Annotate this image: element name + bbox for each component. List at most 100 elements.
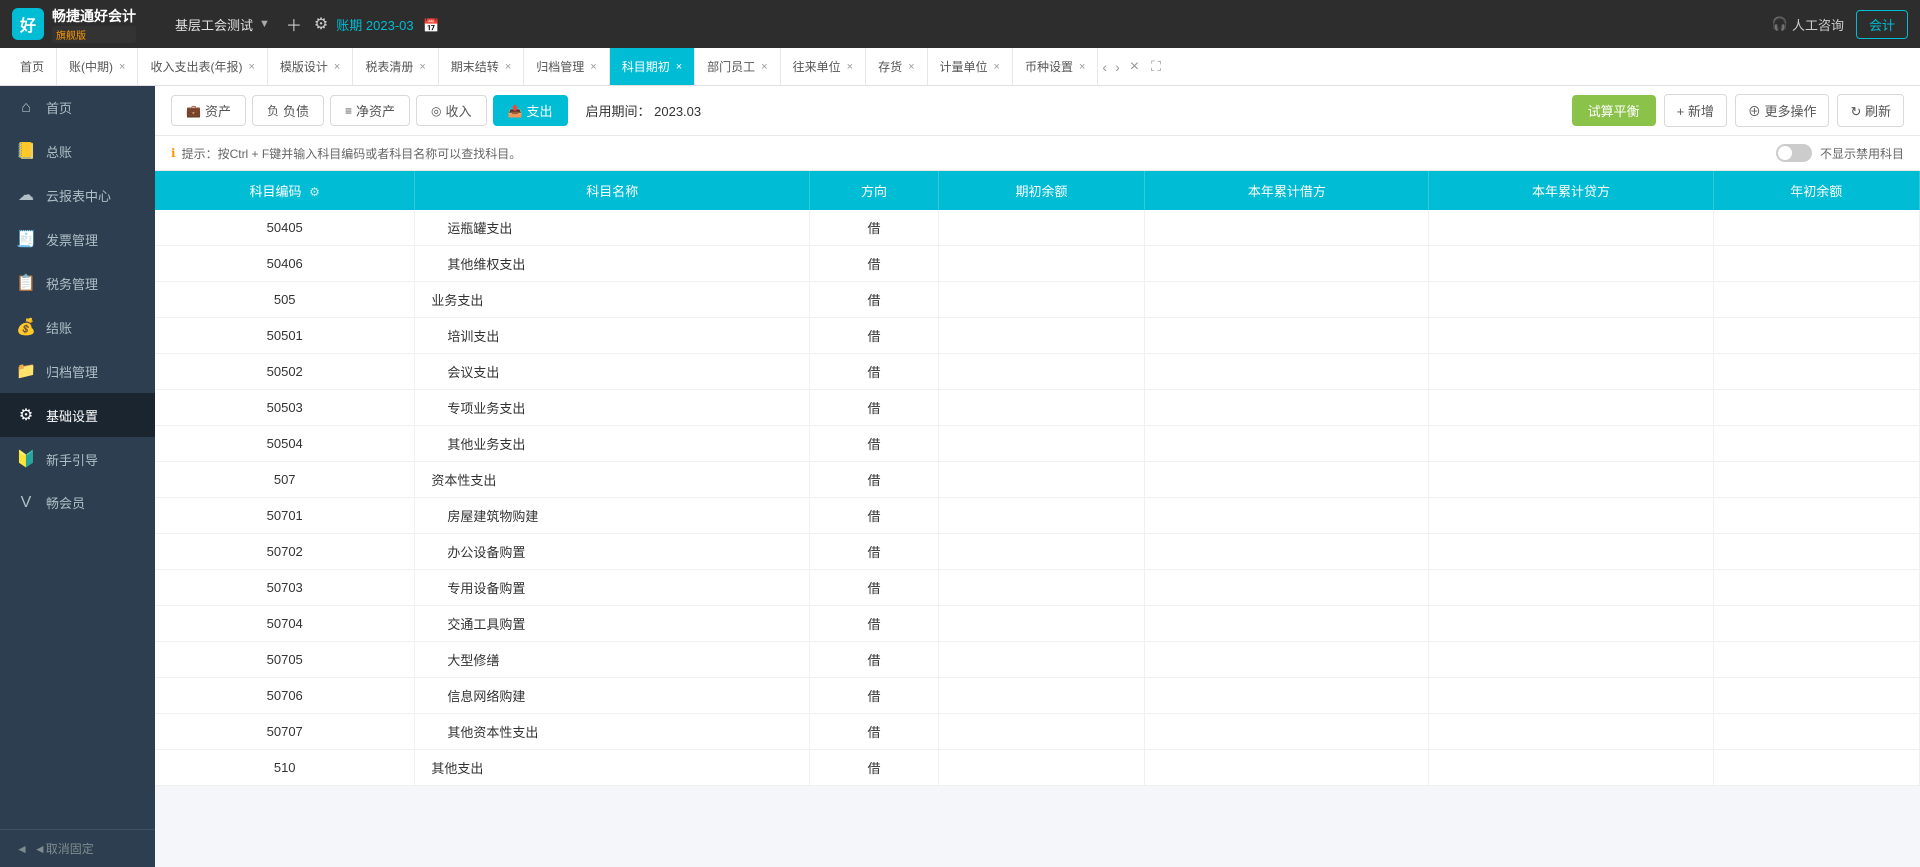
tab-department[interactable]: 部门员工 ×	[695, 48, 780, 86]
table-row[interactable]: 50501培训支出借	[155, 318, 1920, 354]
sub-tab-net-assets[interactable]: ≡ 净资产	[330, 95, 410, 126]
sidebar-item-ledger[interactable]: 📒 总账	[0, 129, 155, 173]
tab-expand-icon[interactable]: ⛶	[1145, 58, 1167, 75]
sub-tab-assets[interactable]: 💼 资产	[171, 95, 246, 126]
tab-close-icon[interactable]: ×	[505, 61, 511, 73]
table-row[interactable]: 50502会议支出借	[155, 354, 1920, 390]
tab-unit[interactable]: 计量单位 ×	[928, 48, 1013, 86]
tab-close-icon[interactable]: ×	[590, 61, 596, 73]
table-row[interactable]: 50406其他维权支出借	[155, 246, 1920, 282]
tab-inventory[interactable]: 存货 ×	[866, 48, 927, 86]
table-row[interactable]: 50405运瓶罐支出借	[155, 210, 1920, 246]
tab-period-closing[interactable]: 期末结转 ×	[439, 48, 524, 86]
table-row[interactable]: 50504其他业务支出借	[155, 426, 1920, 462]
tab-currency[interactable]: 币种设置 ×	[1013, 48, 1098, 86]
company-selector[interactable]: 基层工会测试 ▼	[175, 15, 270, 34]
cell-ytd-debit	[1145, 750, 1429, 786]
cell-ytd-debit	[1145, 606, 1429, 642]
tab-close-icon[interactable]: ×	[676, 61, 682, 73]
tab-template[interactable]: 模版设计 ×	[268, 48, 353, 86]
disable-toggle[interactable]: 不显示禁用科目	[1776, 144, 1904, 162]
sidebar-pin-toggle[interactable]: ◄ ◄取消固定	[0, 829, 155, 867]
sub-tab-income[interactable]: ◎ 收入	[416, 95, 487, 126]
tab-close-icon[interactable]: ×	[847, 61, 853, 73]
help-button[interactable]: 🎧 人工咨询	[1772, 15, 1844, 34]
tab-archive[interactable]: 归档管理 ×	[524, 48, 609, 86]
cloud-icon: ☁	[16, 185, 36, 205]
sidebar-item-home[interactable]: ⌂ 首页	[0, 86, 155, 129]
cell-year-opening	[1713, 606, 1919, 642]
cell-year-opening	[1713, 282, 1919, 318]
tip-text: ℹ 提示：按Ctrl + F键并输入科目编码或者科目名称可以查找科目。	[171, 145, 521, 162]
cell-name: 交通工具购置	[415, 606, 810, 642]
tab-close-icon[interactable]: ×	[334, 61, 340, 73]
sidebar-item-member[interactable]: V 畅会员	[0, 481, 155, 524]
sidebar-item-invoice[interactable]: 🧾 发票管理	[0, 217, 155, 261]
tab-account-period[interactable]: 账(中期) ×	[57, 48, 138, 86]
tab-close-icon[interactable]: ×	[908, 61, 914, 73]
table-row[interactable]: 510其他支出借	[155, 750, 1920, 786]
main-content: 💼 资产 负 负债 ≡ 净资产 ◎ 收入 📤 支出 启用期间： 2023.03	[155, 86, 1920, 867]
tax-icon: 📋	[16, 273, 36, 293]
account-button[interactable]: 会计	[1856, 10, 1908, 39]
settings-icon[interactable]: ⚙	[314, 14, 328, 34]
tab-subject-initial[interactable]: 科目期初 ×	[610, 48, 695, 86]
cell-direction: 借	[810, 318, 939, 354]
table-row[interactable]: 50703专用设备购置借	[155, 570, 1920, 606]
cell-name: 专项业务支出	[415, 390, 810, 426]
sidebar-item-tax[interactable]: 📋 税务管理	[0, 261, 155, 305]
table-row[interactable]: 50705大型修缮借	[155, 642, 1920, 678]
calendar-icon[interactable]: 📅	[423, 18, 439, 33]
tab-close-icon[interactable]: ×	[994, 61, 1000, 73]
refresh-button[interactable]: ↻ 刷新	[1837, 94, 1904, 127]
cell-opening	[938, 498, 1144, 534]
table-header-row: 科目编码 ⚙ 科目名称 方向 期初余额 本年累计借方 本年累计贷方 年初余额	[155, 171, 1920, 210]
col-settings-icon[interactable]: ⚙	[309, 185, 320, 199]
company-name: 基层工会测试	[175, 15, 253, 34]
toggle-switch[interactable]	[1776, 144, 1812, 162]
table-row[interactable]: 50704交通工具购置借	[155, 606, 1920, 642]
sidebar-item-guide[interactable]: 🔰 新手引导	[0, 437, 155, 481]
table-row[interactable]: 50702办公设备购置借	[155, 534, 1920, 570]
tab-close-icon[interactable]: ×	[761, 61, 767, 73]
subjects-table: 科目编码 ⚙ 科目名称 方向 期初余额 本年累计借方 本年累计贷方 年初余额 5…	[155, 171, 1920, 786]
cell-direction: 借	[810, 714, 939, 750]
more-actions-button[interactable]: ⊕ 更多操作	[1735, 94, 1830, 127]
tab-next-icon[interactable]: ›	[1111, 59, 1124, 75]
table-row[interactable]: 50503专项业务支出借	[155, 390, 1920, 426]
cell-ytd-debit	[1145, 714, 1429, 750]
sub-tab-expenses[interactable]: 📤 支出	[493, 95, 568, 126]
tab-close-icon[interactable]: ×	[419, 61, 425, 73]
new-button[interactable]: + 新增	[1664, 94, 1727, 127]
sub-tab-liabilities[interactable]: 负 负债	[252, 95, 324, 126]
tab-contacts[interactable]: 往来单位 ×	[781, 48, 866, 86]
cell-ytd-debit	[1145, 246, 1429, 282]
app-badge: 旗舰版	[52, 26, 136, 43]
table-row[interactable]: 507资本性支出借	[155, 462, 1920, 498]
app-logo: 好	[12, 8, 44, 40]
cell-code: 50406	[155, 246, 415, 282]
table-row[interactable]: 50701房屋建筑物购建借	[155, 498, 1920, 534]
sidebar-item-archive[interactable]: 📁 归档管理	[0, 349, 155, 393]
tab-income-expense[interactable]: 收入支出表(年报) ×	[138, 48, 267, 86]
tab-close-icon[interactable]: ×	[248, 61, 254, 73]
tab-close-icon[interactable]: ×	[1079, 61, 1085, 73]
sidebar-item-closing[interactable]: 💰 结账	[0, 305, 155, 349]
sidebar-item-reports[interactable]: ☁ 云报表中心	[0, 173, 155, 217]
table-row[interactable]: 505业务支出借	[155, 282, 1920, 318]
tab-prev-icon[interactable]: ‹	[1098, 59, 1111, 75]
cell-direction: 借	[810, 390, 939, 426]
cell-ytd-debit	[1145, 678, 1429, 714]
tab-close-icon[interactable]: ×	[119, 61, 125, 73]
cell-code: 50502	[155, 354, 415, 390]
headset-icon: 🎧	[1772, 16, 1788, 32]
calc-balance-button[interactable]: 试算平衡	[1572, 95, 1656, 126]
table-row[interactable]: 50707其他资本性支出借	[155, 714, 1920, 750]
table-row[interactable]: 50706信息网络购建借	[155, 678, 1920, 714]
tab-close-all-icon[interactable]: ×	[1124, 58, 1145, 76]
tab-tax[interactable]: 税表清册 ×	[353, 48, 438, 86]
archive-icon: 📁	[16, 361, 36, 381]
tab-home[interactable]: 首页	[8, 48, 57, 86]
add-icon[interactable]: ＋	[286, 12, 302, 36]
sidebar-item-settings[interactable]: ⚙ 基础设置	[0, 393, 155, 437]
